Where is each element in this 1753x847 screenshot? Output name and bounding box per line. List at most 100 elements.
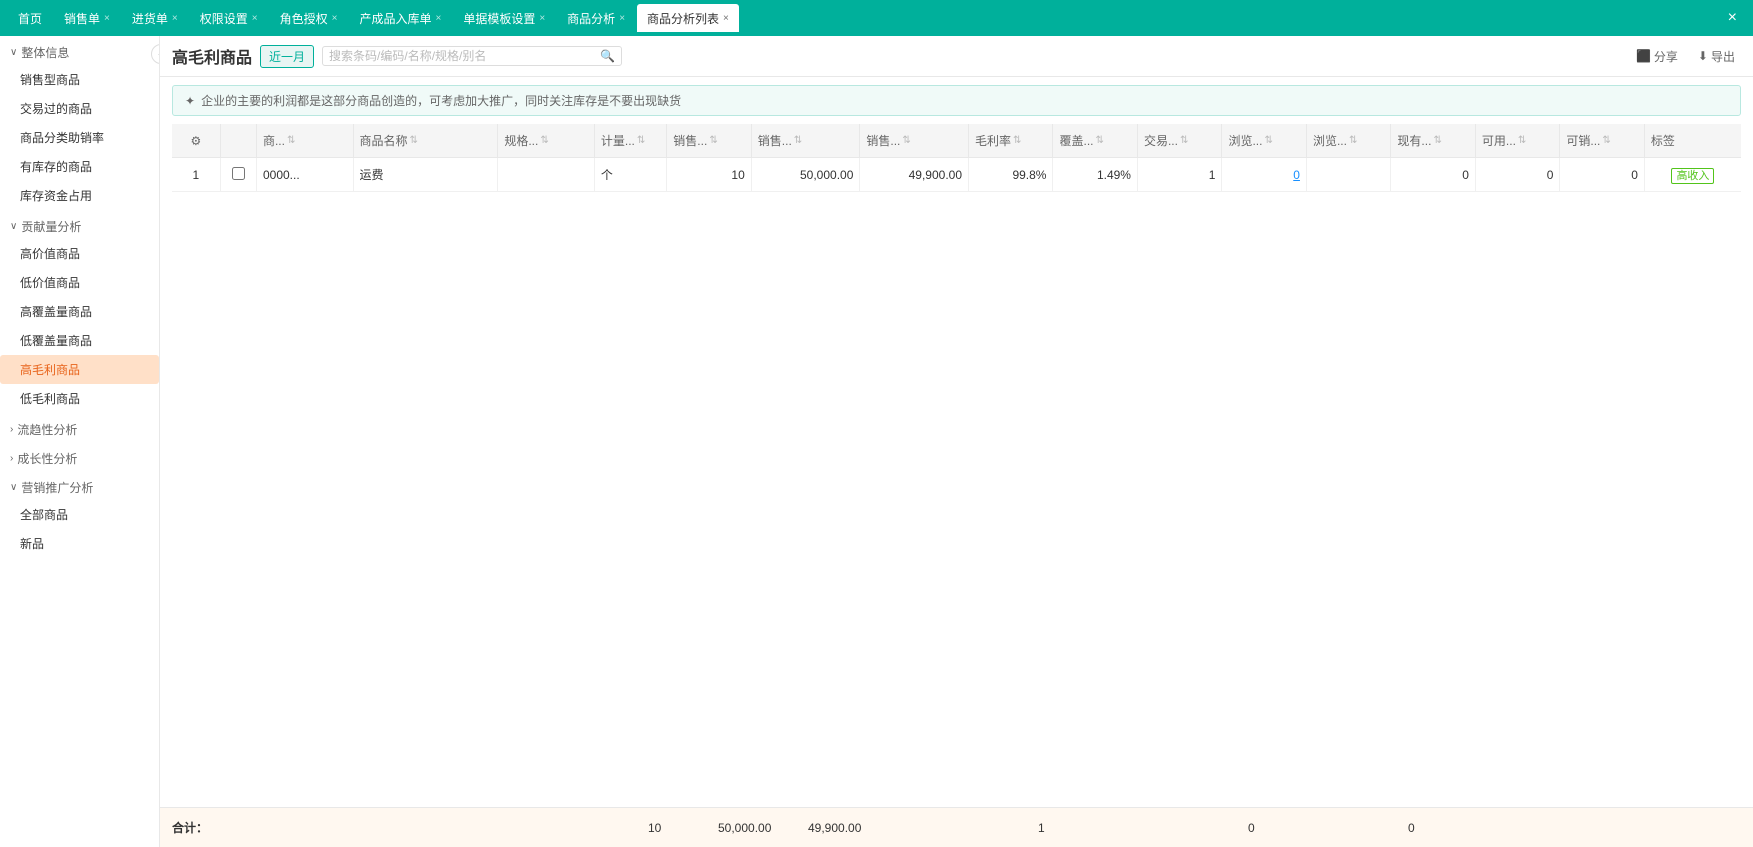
nav-tab-商品分析[interactable]: 商品分析× [557,4,635,32]
sort-icon: ⇅ [410,135,418,146]
row-stock-current: 0 [1391,158,1475,192]
footer-label: 合计： [172,819,232,836]
col-header-1[interactable]: 商... ⇅ [256,124,353,158]
sidebar-section-营销推广分析[interactable]: ∨营销推广分析 [0,471,159,500]
sort-icon: ⇅ [1180,135,1188,146]
col-header-6[interactable]: 销售... ⇅ [751,124,860,158]
row-tag[interactable]: 高收入 [1644,158,1741,192]
sort-icon: ⇅ [794,135,802,146]
col-header-9[interactable]: 覆盖... ⇅ [1053,124,1137,158]
sidebar-item-新品[interactable]: 新品 [0,529,159,558]
row-spec [498,158,595,192]
section-arrow-icon: ∨ [10,221,17,232]
tag-badge: 高收入 [1671,168,1714,184]
sidebar-item-库存资金占用[interactable]: 库存资金占用 [0,181,159,210]
col-header-5[interactable]: 销售... ⇅ [667,124,751,158]
row-stock-saleable: 0 [1560,158,1644,192]
export-button[interactable]: ⬇ 导出 [1692,45,1741,68]
search-input[interactable] [329,49,596,63]
nav-tab-商品分析列表[interactable]: 商品分析列表× [637,4,739,32]
col-header-2[interactable]: 商品名称 ⇅ [353,124,498,158]
sidebar-item-低毛利商品[interactable]: 低毛利商品 [0,384,159,413]
sidebar-section-整体信息[interactable]: ∨整体信息 [0,36,159,65]
sidebar-item-有库存的商品[interactable]: 有库存的商品 [0,152,159,181]
sidebar-item-高毛利商品[interactable]: 高毛利商品 [0,355,159,384]
sidebar-section-贡献量分析[interactable]: ∨贡献量分析 [0,210,159,239]
search-icon[interactable]: 🔍 [600,49,615,63]
col-header-0 [220,124,256,158]
nav-tab-销售单[interactable]: 销售单× [54,4,120,32]
sidebar-item-销售型商品[interactable]: 销售型商品 [0,65,159,94]
sidebar-item-交易过的商品[interactable]: 交易过的商品 [0,94,159,123]
sidebar-item-全部商品[interactable]: 全部商品 [0,500,159,529]
search-box: 🔍 [322,46,622,66]
col-header-4[interactable]: 计量... ⇅ [594,124,666,158]
tab-close-icon[interactable]: × [332,13,338,24]
row-views1: 0 [1222,158,1306,192]
sort-icon: ⇅ [1433,135,1441,146]
col-header-8[interactable]: 毛利率 ⇅ [969,124,1053,158]
row-unit: 个 [594,158,666,192]
footer-cell-6: 10 [642,821,712,835]
export-icon: ⬇ [1698,49,1708,63]
sort-icon: ⇅ [287,135,295,146]
sort-icon: ⇅ [709,135,717,146]
col-header-16: 标签 [1644,124,1741,158]
row-code: 0000... [256,158,353,192]
sidebar-section-流趋性分析[interactable]: ›流趋性分析 [0,413,159,442]
col-header-15[interactable]: 可销... ⇅ [1560,124,1644,158]
col-header-11[interactable]: 浏览... ⇅ [1222,124,1306,158]
sort-icon: ⇅ [1349,135,1357,146]
tab-close-icon[interactable]: × [435,13,441,24]
main-layout: « ∨整体信息销售型商品交易过的商品商品分类助销率有库存的商品库存资金占用∨贡献… [0,36,1753,847]
col-header-3[interactable]: 规格... ⇅ [498,124,595,158]
col-header-13[interactable]: 现有... ⇅ [1391,124,1475,158]
row-checkbox[interactable] [220,158,256,192]
nav-tab-首页[interactable]: 首页 [8,4,52,32]
section-arrow-icon: › [10,424,13,435]
footer-cell-7: 50,000.00 [712,821,802,835]
settings-icon[interactable]: ⚙ [191,134,202,148]
sidebar-item-高价值商品[interactable]: 高价值商品 [0,239,159,268]
sidebar-item-商品分类助销率[interactable]: 商品分类助销率 [0,123,159,152]
row-stock-available: 0 [1475,158,1559,192]
row-sales-amount: 50,000.00 [751,158,860,192]
sidebar-item-低覆盖量商品[interactable]: 低覆盖量商品 [0,326,159,355]
sidebar: « ∨整体信息销售型商品交易过的商品商品分类助销率有库存的商品库存资金占用∨贡献… [0,36,160,847]
nav-tab-权限设置[interactable]: 权限设置× [190,4,268,32]
sidebar-item-低价值商品[interactable]: 低价值商品 [0,268,159,297]
row-coverage: 1.49% [1053,158,1137,192]
tab-close-icon[interactable]: × [723,13,729,24]
content-header: 高毛利商品 近一月 🔍 ⬛ 分享 ⬇ 导出 [160,36,1753,77]
table-wrapper[interactable]: ⚙商... ⇅商品名称 ⇅规格... ⇅计量... ⇅销售... ⇅销售... … [160,124,1753,807]
col-header-14[interactable]: 可用... ⇅ [1475,124,1559,158]
col-header-7[interactable]: 销售... ⇅ [860,124,969,158]
row-gross-rate: 99.8% [969,158,1053,192]
period-button[interactable]: 近一月 [260,45,314,68]
table-settings-header[interactable]: ⚙ [172,124,220,158]
sidebar-section-成长性分析[interactable]: ›成长性分析 [0,442,159,471]
window-close-button[interactable]: × [1720,9,1745,27]
top-nav: 首页销售单×进货单×权限设置×角色授权×产成品入库单×单据模板设置×商品分析×商… [0,0,1753,36]
tab-close-icon[interactable]: × [104,13,110,24]
share-button[interactable]: ⬛ 分享 [1630,45,1684,68]
tab-close-icon[interactable]: × [619,13,625,24]
sort-icon: ⇅ [637,135,645,146]
section-arrow-icon: ∨ [10,47,17,58]
col-header-10[interactable]: 交易... ⇅ [1137,124,1221,158]
tab-close-icon[interactable]: × [539,13,545,24]
row-checkbox-input[interactable] [232,167,245,180]
share-icon: ⬛ [1636,49,1651,63]
nav-tab-角色授权[interactable]: 角色授权× [270,4,348,32]
section-arrow-icon: ∨ [10,482,17,493]
tab-close-icon[interactable]: × [172,13,178,24]
row-num: 1 [172,158,220,192]
sidebar-item-高覆盖量商品[interactable]: 高覆盖量商品 [0,297,159,326]
tab-close-icon[interactable]: × [252,13,258,24]
footer-cell-16: 0 [1402,821,1482,835]
table-footer: 合计： 1050,000.0049,900.00100 [160,807,1753,847]
col-header-12[interactable]: 浏览... ⇅ [1306,124,1390,158]
nav-tab-单据模板设置[interactable]: 单据模板设置× [453,4,555,32]
nav-tab-产成品入库单[interactable]: 产成品入库单× [349,4,451,32]
nav-tab-进货单[interactable]: 进货单× [122,4,188,32]
